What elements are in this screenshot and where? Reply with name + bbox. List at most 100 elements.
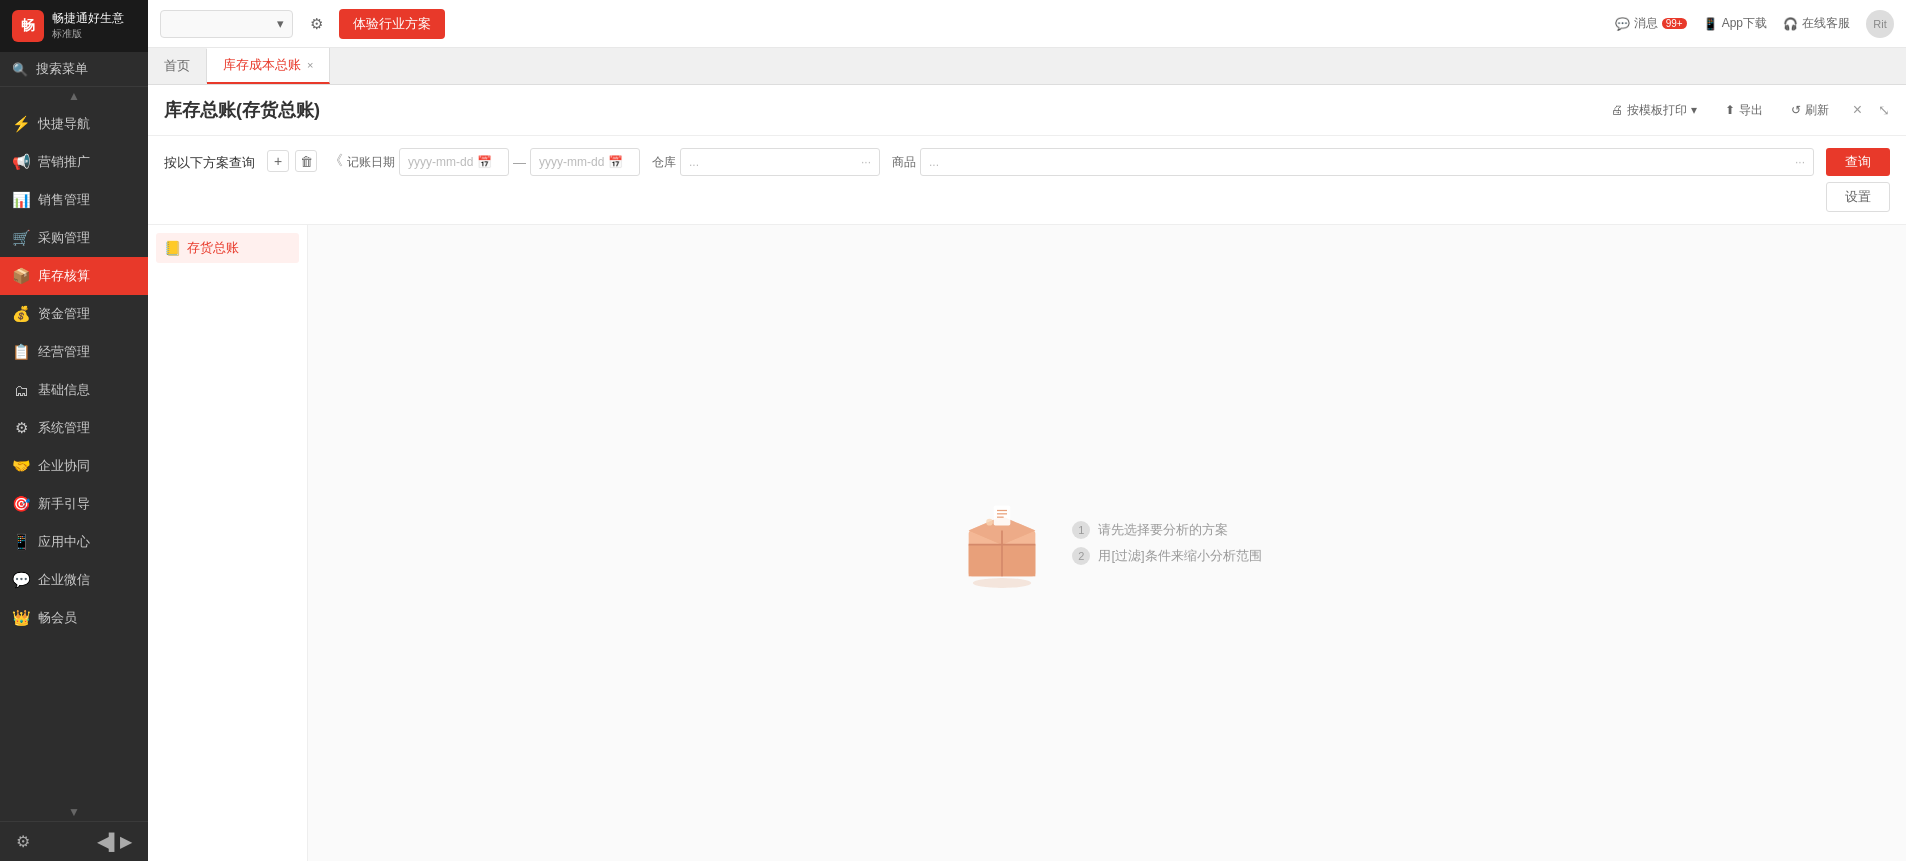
scroll-up-arrow[interactable]: ▲	[0, 87, 148, 105]
delete-filter-button[interactable]: 🗑	[295, 150, 317, 172]
date-start-input[interactable]: yyyy-mm-dd 📅	[399, 148, 509, 176]
app-version: 标准版	[52, 27, 124, 41]
refresh-button[interactable]: ↺ 刷新	[1783, 98, 1837, 123]
collapse-toggle-icon[interactable]: ◀▌▶	[97, 832, 132, 851]
sidebar-item-purchase[interactable]: 🛒 采购管理	[0, 219, 148, 257]
sidebar-item-appcenter[interactable]: 📱 应用中心	[0, 523, 148, 561]
sales-label: 销售管理	[38, 191, 90, 209]
sidebar: 畅 畅捷通好生意 标准版 🔍 搜索菜单 ▲ ⚡ 快捷导航 📢 营销推广 📊 销售…	[0, 0, 148, 861]
close-button[interactable]: ×	[1849, 97, 1866, 123]
sidebar-item-sales[interactable]: 📊 销售管理	[0, 181, 148, 219]
warehouse-field-group: 仓库 ... ···	[652, 148, 880, 176]
sales-icon: 📊	[12, 191, 30, 209]
settings-icon[interactable]: ⚙	[16, 832, 30, 851]
tab-label-home: 首页	[164, 57, 190, 75]
goods-field-group: 商品 ... ···	[892, 148, 1814, 176]
app-download-button[interactable]: 📱 App下载	[1703, 15, 1767, 32]
ledger-icon: 📒	[164, 240, 181, 256]
calendar-start-icon: 📅	[477, 155, 492, 169]
print-template-label: 按模板打印	[1627, 102, 1687, 119]
sidebar-item-marketing[interactable]: 📢 营销推广	[0, 143, 148, 181]
newguide-label: 新手引导	[38, 495, 90, 513]
newguide-icon: 🎯	[12, 495, 30, 513]
warehouse-input[interactable]: ... ···	[680, 148, 880, 176]
export-button[interactable]: ⬆ 导出	[1717, 98, 1771, 123]
tab-home[interactable]: 首页	[148, 49, 207, 83]
system-icon: ⚙	[12, 419, 30, 437]
cooperation-label: 企业协同	[38, 457, 90, 475]
tab-close-inventory-ledger[interactable]: ×	[307, 59, 313, 71]
resize-icon[interactable]: ⤡	[1878, 102, 1890, 118]
date-start-placeholder: yyyy-mm-dd	[408, 155, 473, 169]
tab-label-inventory-ledger: 库存成本总账	[223, 56, 301, 74]
sidebar-bottom: ⚙ ◀▌▶	[0, 821, 148, 861]
sidebar-item-operations[interactable]: 📋 经营管理	[0, 333, 148, 371]
scroll-down-arrow[interactable]: ▼	[0, 803, 148, 821]
warehouse-more-icon: ···	[861, 155, 871, 169]
appcenter-label: 应用中心	[38, 533, 90, 551]
online-service-label: 在线客服	[1802, 15, 1850, 32]
content-area: 📒 存货总账	[148, 225, 1906, 861]
basic-label: 基础信息	[38, 381, 90, 399]
appcenter-icon: 📱	[12, 533, 30, 551]
sidebar-item-system[interactable]: ⚙ 系统管理	[0, 409, 148, 447]
basic-icon: 🗂	[12, 382, 30, 399]
filter-collapse-button[interactable]: 《	[325, 150, 347, 172]
empty-state-content: 1 请先选择要分析的方案 2 用[过滤]条件来缩小分析范围	[952, 493, 1261, 593]
goods-placeholder: ...	[929, 155, 939, 169]
app-name: 畅捷通好生意	[52, 11, 124, 27]
sidebar-item-quick-nav[interactable]: ⚡ 快捷导航	[0, 105, 148, 143]
calendar-end-icon: 📅	[608, 155, 623, 169]
sidebar-item-inventory[interactable]: 📦 库存核算	[0, 257, 148, 295]
page-header-actions: 🖨 按模板打印 ▾ ⬆ 导出 ↺ 刷新 × ⤡	[1603, 97, 1890, 123]
print-template-button[interactable]: 🖨 按模板打印 ▾	[1603, 98, 1705, 123]
purchase-label: 采购管理	[38, 229, 90, 247]
quick-nav-icon: ⚡	[12, 115, 30, 133]
app-logo: 畅 畅捷通好生意 标准版	[0, 0, 148, 52]
filter-actions: + 🗑	[267, 150, 317, 172]
user-avatar[interactable]: Rit	[1866, 10, 1894, 38]
online-service-button[interactable]: 🎧 在线客服	[1783, 15, 1850, 32]
industry-solution-button[interactable]: 体验行业方案	[339, 9, 445, 39]
sidebar-item-newguide[interactable]: 🎯 新手引导	[0, 485, 148, 523]
date-separator: —	[513, 155, 526, 170]
operations-icon: 📋	[12, 343, 30, 361]
search-menu[interactable]: 🔍 搜索菜单	[0, 52, 148, 87]
finance-icon: 💰	[12, 305, 30, 323]
left-panel-label-inventory-total: 存货总账	[187, 239, 239, 257]
sidebar-item-finance[interactable]: 💰 资金管理	[0, 295, 148, 333]
chevron-down-icon: ▾	[277, 16, 284, 31]
tab-inventory-ledger[interactable]: 库存成本总账 ×	[207, 48, 330, 84]
sidebar-item-cooperation[interactable]: 🤝 企业协同	[0, 447, 148, 485]
goods-input[interactable]: ... ···	[920, 148, 1814, 176]
finance-label: 资金管理	[38, 305, 90, 323]
setting-button[interactable]: 设置	[1826, 182, 1890, 212]
sidebar-item-wechat[interactable]: 💬 企业微信	[0, 561, 148, 599]
empty-tip-1: 1 请先选择要分析的方案	[1072, 521, 1261, 539]
inventory-icon: 📦	[12, 267, 30, 285]
export-icon: ⬆	[1725, 103, 1735, 117]
system-label: 系统管理	[38, 419, 90, 437]
search-icon: 🔍	[12, 62, 28, 77]
vip-label: 畅会员	[38, 609, 77, 627]
filter-buttons: 查询 设置	[1826, 148, 1890, 212]
settings-gear-button[interactable]: ⚙	[301, 9, 331, 39]
date-end-input[interactable]: yyyy-mm-dd 📅	[530, 148, 640, 176]
topbar-left: ▾ ⚙ 体验行业方案	[160, 9, 1615, 39]
message-label: 消息	[1634, 15, 1658, 32]
tip-2-number: 2	[1072, 547, 1090, 565]
scheme-dropdown[interactable]: ▾	[160, 10, 293, 38]
page-title: 库存总账(存货总账)	[164, 98, 320, 122]
quick-nav-label: 快捷导航	[38, 115, 90, 133]
add-filter-button[interactable]: +	[267, 150, 289, 172]
message-button[interactable]: 💬 消息 99+	[1615, 15, 1687, 32]
topbar: ▾ ⚙ 体验行业方案 💬 消息 99+ 📱 App下载 🎧 在线客服 Rit	[148, 0, 1906, 48]
marketing-icon: 📢	[12, 153, 30, 171]
page-header: 库存总账(存货总账) 🖨 按模板打印 ▾ ⬆ 导出 ↺ 刷新 × ⤡	[148, 85, 1906, 136]
left-panel-item-inventory-total[interactable]: 📒 存货总账	[156, 233, 299, 263]
svg-rect-9	[994, 506, 1011, 526]
query-button[interactable]: 查询	[1826, 148, 1890, 176]
sidebar-item-vip[interactable]: 👑 畅会员	[0, 599, 148, 637]
main-area: ▾ ⚙ 体验行业方案 💬 消息 99+ 📱 App下载 🎧 在线客服 Rit	[148, 0, 1906, 861]
sidebar-item-basic[interactable]: 🗂 基础信息	[0, 371, 148, 409]
